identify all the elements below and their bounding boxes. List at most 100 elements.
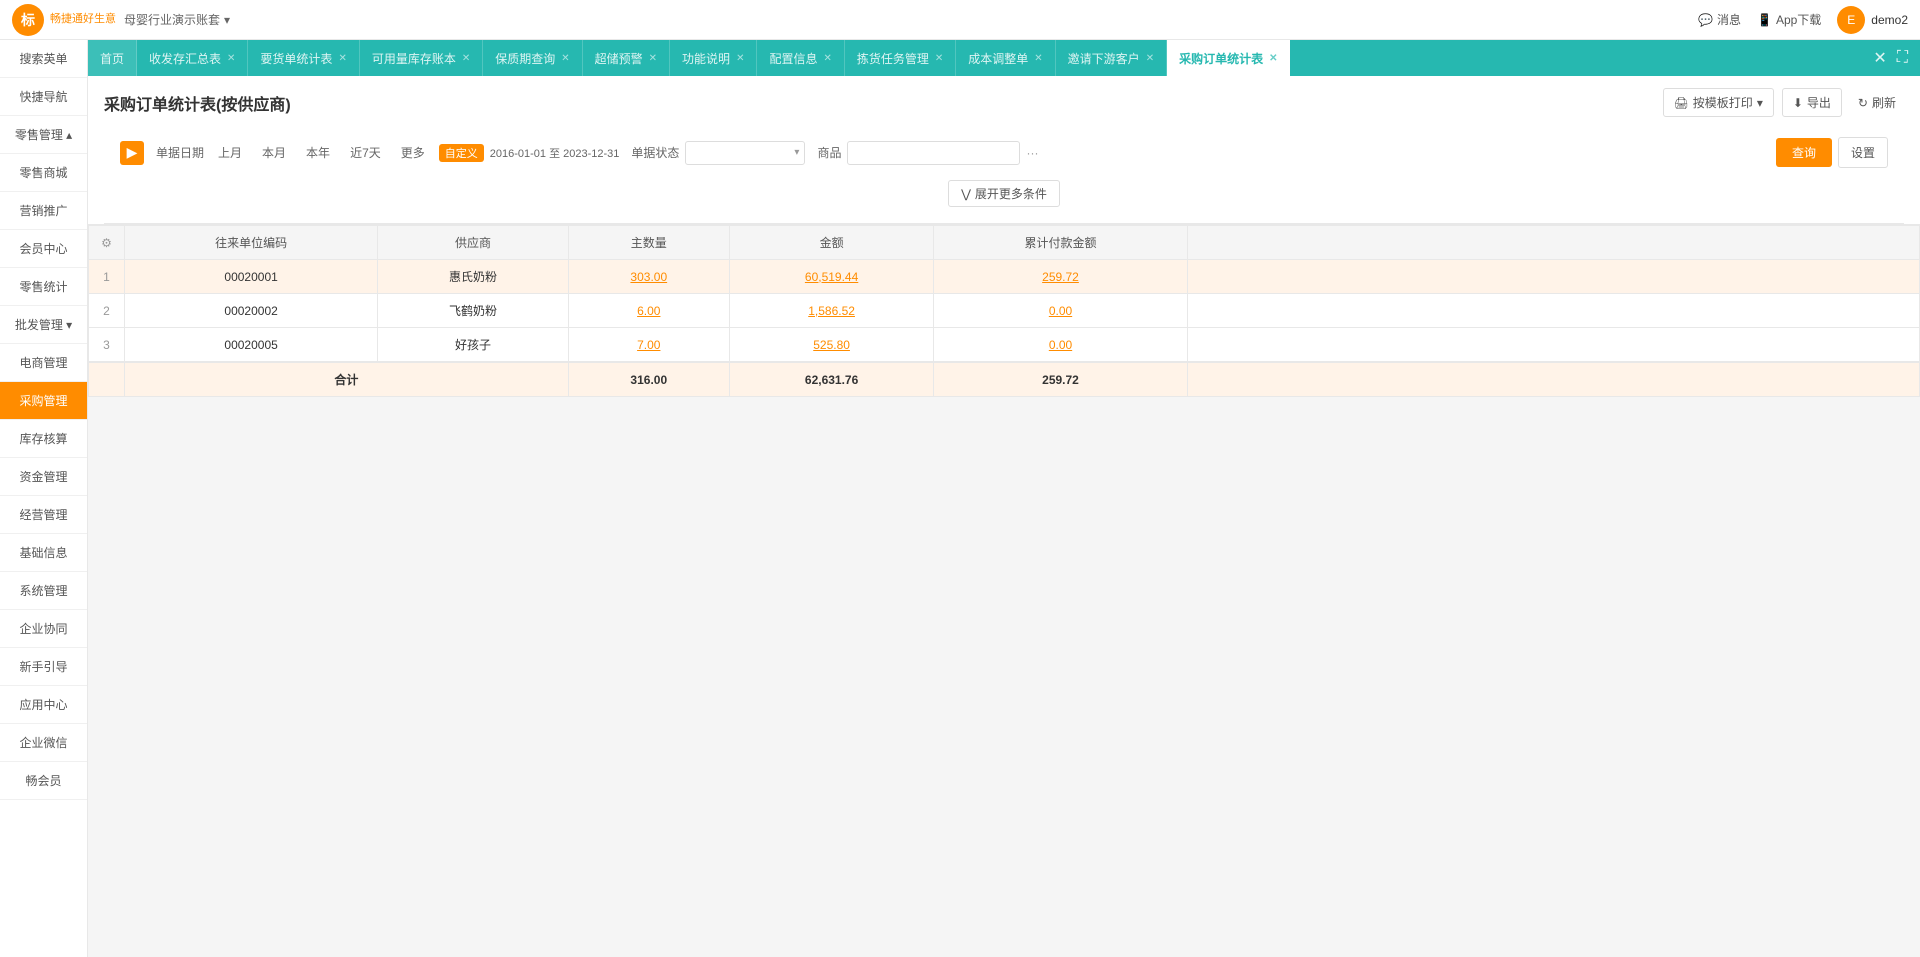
tab-expiry[interactable]: 保质期查询 ✕: [483, 40, 582, 76]
tab-goods-stat[interactable]: 要货单统计表 ✕: [248, 40, 359, 76]
page-actions: 🖨 按模板打印 ▾ ⬇ 导出 ↻ 刷新: [1663, 88, 1904, 117]
tab-close-all-button[interactable]: ✕: [1869, 46, 1890, 70]
date-btn-this-month[interactable]: 本月: [254, 142, 294, 163]
sidebar-item-vip[interactable]: 畅会员: [0, 762, 87, 800]
tab-pick-task[interactable]: 拣货任务管理 ✕: [845, 40, 956, 76]
sidebar-item-newuser[interactable]: 新手引导: [0, 648, 87, 686]
sidebar-item-enterprise[interactable]: 企业协同: [0, 610, 87, 648]
sidebar-item-appcenter[interactable]: 应用中心: [0, 686, 87, 724]
tab-func-desc-close[interactable]: ✕: [736, 53, 744, 64]
tab-cost-adj[interactable]: 成本调整单 ✕: [956, 40, 1055, 76]
qty-link[interactable]: 6.00: [637, 304, 660, 318]
expand-more-button[interactable]: ⋁ 展开更多条件: [948, 180, 1060, 207]
tab-receive[interactable]: 收发存汇总表 ✕: [137, 40, 248, 76]
th-supplier: 供应商: [378, 226, 569, 260]
tab-config-close[interactable]: ✕: [823, 53, 831, 64]
tab-home[interactable]: 首页: [88, 40, 137, 76]
tab-cost-adj-close[interactable]: ✕: [1034, 53, 1042, 64]
sidebar: 搜索英单 快捷导航 零售管理 ▴ 零售商城 营销推广 会员中心 零售统计 批发管…: [0, 40, 88, 957]
paid-link[interactable]: 0.00: [1049, 338, 1072, 352]
sidebar-item-purchase[interactable]: 采购管理: [0, 382, 87, 420]
query-button[interactable]: 查询: [1776, 138, 1832, 167]
row-code: 00020002: [125, 294, 378, 328]
tab-expiry-close[interactable]: ✕: [561, 53, 569, 64]
sidebar-item-member[interactable]: 会员中心: [0, 230, 87, 268]
date-btn-more[interactable]: 更多: [393, 142, 433, 163]
settings-button[interactable]: 设置: [1838, 137, 1888, 168]
sidebar-item-retail[interactable]: 零售管理 ▴: [0, 116, 87, 154]
tab-pick-task-close[interactable]: ✕: [935, 53, 943, 64]
footer-qty: 316.00: [568, 362, 729, 397]
goods-ellipsis[interactable]: ···: [1026, 146, 1038, 160]
tab-maximize-button[interactable]: ⛶: [1893, 47, 1912, 69]
table-head: ⚙ 往来单位编码 供应商 主数量 金额 累计付款金额: [89, 226, 1920, 260]
sidebar-item-inventory[interactable]: 库存核算: [0, 420, 87, 458]
date-btn-7days[interactable]: 近7天: [342, 142, 389, 163]
sidebar-item-wechat[interactable]: 企业微信: [0, 724, 87, 762]
export-icon: ⬇: [1793, 96, 1803, 110]
app-icon: 📱: [1757, 13, 1772, 27]
tab-goods-stat-close[interactable]: ✕: [338, 53, 346, 64]
template-print-button[interactable]: 🖨 按模板打印 ▾: [1663, 88, 1774, 117]
tab-receive-label: 收发存汇总表: [149, 50, 221, 67]
th-qty: 主数量: [568, 226, 729, 260]
tab-config-label: 配置信息: [769, 50, 817, 67]
sidebar-item-basic[interactable]: 基础信息: [0, 534, 87, 572]
expand-more-label: 展开更多条件: [975, 185, 1047, 202]
sidebar-item-ecommerce[interactable]: 电商管理: [0, 344, 87, 382]
qty-link[interactable]: 303.00: [630, 270, 667, 284]
tab-invite[interactable]: 邀请下游客户 ✕: [1056, 40, 1167, 76]
app-download-button[interactable]: 📱 App下载: [1757, 11, 1821, 28]
settings-col-icon[interactable]: ⚙: [101, 236, 112, 250]
tab-receive-close[interactable]: ✕: [227, 53, 235, 64]
username-label: demo2: [1871, 13, 1908, 27]
sidebar-item-marketing[interactable]: 营销推广: [0, 192, 87, 230]
amount-link[interactable]: 1,586.52: [808, 304, 855, 318]
sidebar-item-system[interactable]: 系统管理: [0, 572, 87, 610]
refresh-button[interactable]: ↻ 刷新: [1850, 89, 1904, 116]
sidebar-item-retail-shop[interactable]: 零售商城: [0, 154, 87, 192]
tab-config[interactable]: 配置信息 ✕: [757, 40, 844, 76]
paid-link[interactable]: 259.72: [1042, 270, 1079, 284]
workspace-selector[interactable]: 母婴行业演示账套 ▾: [124, 11, 230, 28]
row-qty: 303.00: [568, 260, 729, 294]
tab-invite-close[interactable]: ✕: [1146, 53, 1154, 64]
footer-label: 合计: [125, 362, 569, 397]
sidebar-item-wholesale[interactable]: 批发管理 ▾: [0, 306, 87, 344]
tab-overstock-close[interactable]: ✕: [649, 53, 657, 64]
chevron-down-icon: ▾: [224, 13, 230, 27]
message-button[interactable]: 💬 消息: [1698, 11, 1741, 28]
goods-input[interactable]: [847, 141, 1020, 165]
tab-purchase-stat[interactable]: 采购订单统计表 ✕: [1167, 40, 1290, 76]
amount-link[interactable]: 60,519.44: [805, 270, 858, 284]
tab-overstock[interactable]: 超储预警 ✕: [583, 40, 670, 76]
export-button[interactable]: ⬇ 导出: [1782, 88, 1842, 117]
sidebar-item-operations[interactable]: 经营管理: [0, 496, 87, 534]
top-bar-right: 💬 消息 📱 App下载 E demo2: [1698, 6, 1908, 34]
sidebar-item-retail-stat[interactable]: 零售统计: [0, 268, 87, 306]
top-bar: 标 畅捷通好生意 母婴行业演示账套 ▾ 💬 消息 📱 App下载 E demo2: [0, 0, 1920, 40]
filter-area: ▶ 单据日期 上月 本月 本年 近7天 更多 自定义 2016-01-: [104, 127, 1904, 224]
template-print-label: 按模板打印: [1693, 94, 1753, 111]
tab-home-label: 首页: [100, 50, 124, 67]
tab-inventory-book[interactable]: 可用量库存账本 ✕: [360, 40, 483, 76]
date-btn-this-year[interactable]: 本年: [298, 142, 338, 163]
date-btn-last-month[interactable]: 上月: [210, 142, 250, 163]
sidebar-item-search[interactable]: 搜索英单: [0, 40, 87, 78]
amount-link[interactable]: 525.80: [813, 338, 850, 352]
toggle-filter-button[interactable]: ▶: [120, 141, 144, 165]
tab-expiry-label: 保质期查询: [495, 50, 555, 67]
paid-link[interactable]: 0.00: [1049, 304, 1072, 318]
sidebar-item-finance[interactable]: 资金管理: [0, 458, 87, 496]
sidebar-item-quick[interactable]: 快捷导航: [0, 78, 87, 116]
tab-func-desc[interactable]: 功能说明 ✕: [670, 40, 757, 76]
user-area[interactable]: E demo2: [1837, 6, 1908, 34]
table-body: 1 00020001 惠氏奶粉 303.00 60,519.44 259.72 …: [89, 260, 1920, 363]
status-select[interactable]: [685, 141, 805, 165]
refresh-label: 刷新: [1872, 94, 1896, 111]
tab-inventory-book-close[interactable]: ✕: [462, 53, 470, 64]
row-amount: 1,586.52: [729, 294, 934, 328]
tab-purchase-stat-close[interactable]: ✕: [1269, 53, 1277, 64]
qty-link[interactable]: 7.00: [637, 338, 660, 352]
row-paid: 0.00: [934, 328, 1187, 363]
